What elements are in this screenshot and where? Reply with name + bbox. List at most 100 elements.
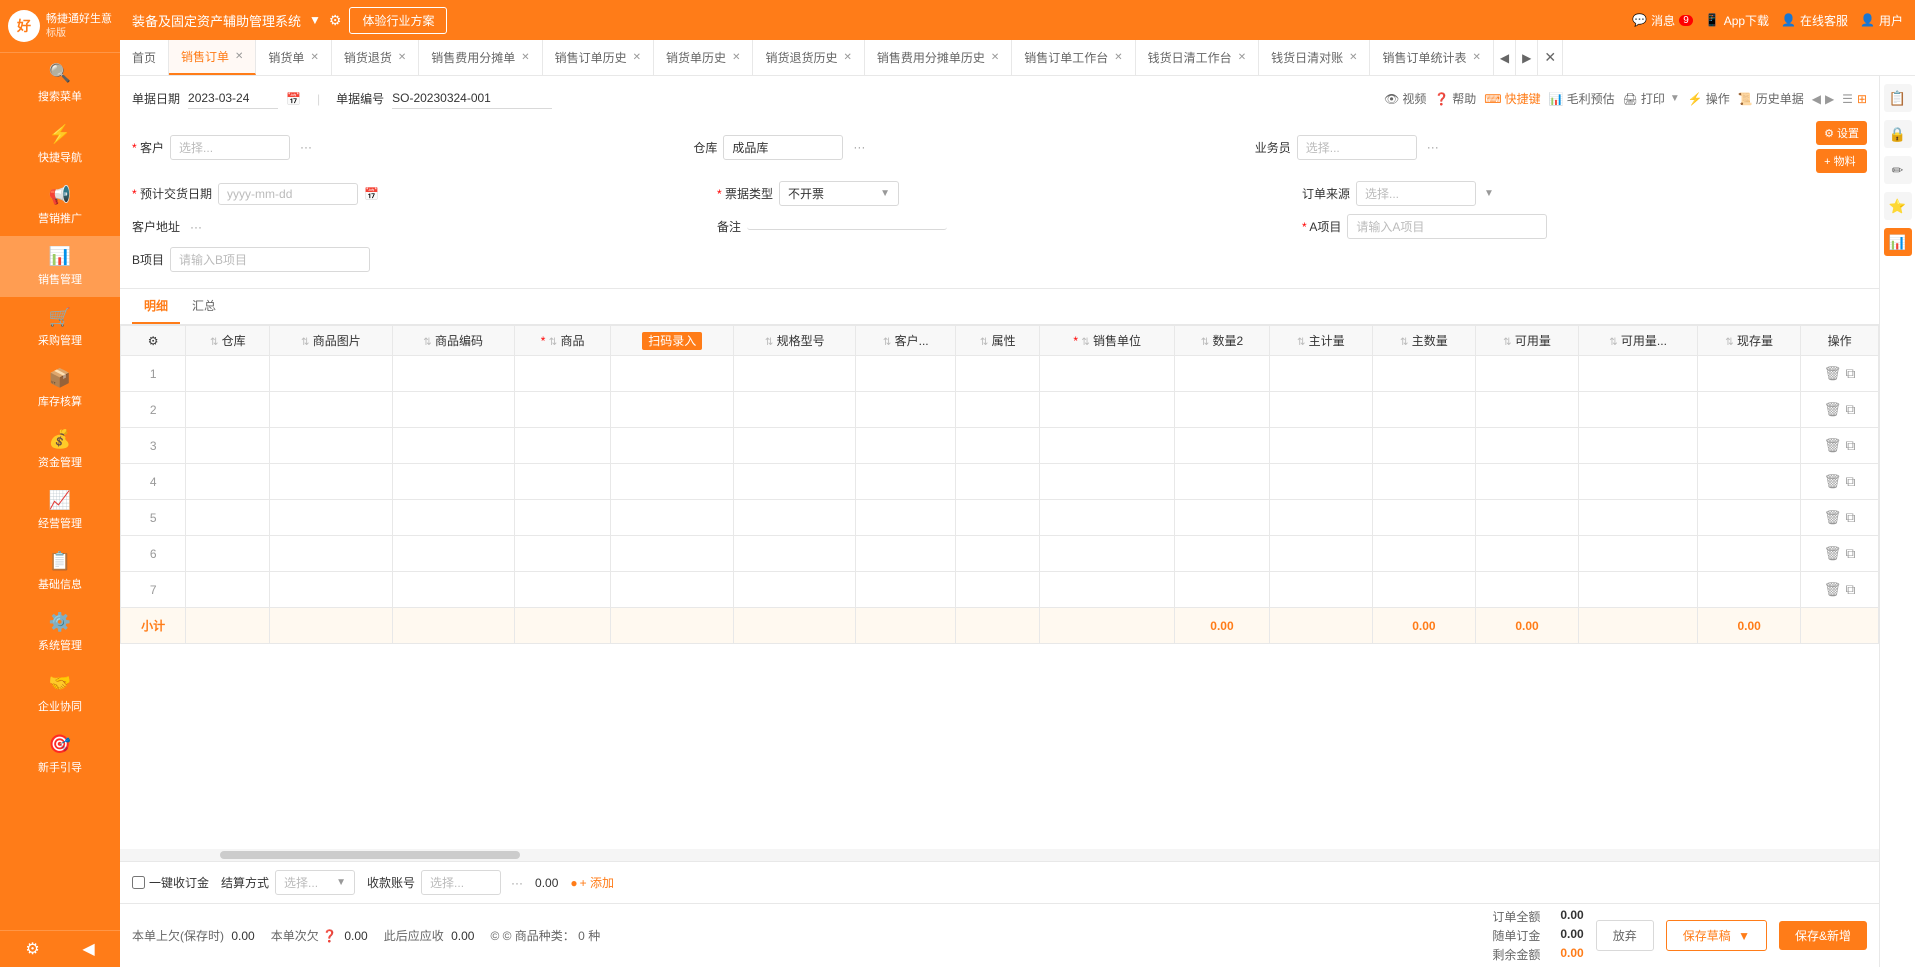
cell-attr[interactable]	[956, 500, 1040, 536]
sort-icon[interactable]: ⇅	[980, 337, 988, 348]
cell-code[interactable]	[392, 464, 514, 500]
nav-next-icon[interactable]: ▶	[1825, 92, 1834, 106]
cell-warehouse[interactable]	[186, 500, 270, 536]
copy-icon[interactable]: ⧉	[1845, 401, 1855, 418]
cell-scan[interactable]	[611, 536, 734, 572]
nav-tab-5[interactable]: 销售订单历史✕	[543, 40, 654, 75]
sidebar-item-新手引导[interactable]: 🎯新手引导	[0, 724, 120, 785]
cell-attr[interactable]	[956, 572, 1040, 608]
cell-main_unit[interactable]	[1269, 572, 1372, 608]
cell-customer_code[interactable]	[856, 356, 956, 392]
sidebar-item-经营管理[interactable]: 📈经营管理	[0, 480, 120, 541]
app-download-item[interactable]: 📱 App下载	[1705, 12, 1769, 29]
save-draft-dropdown-icon[interactable]: ▼	[1738, 929, 1750, 943]
warehouse-input[interactable]: 成品库	[723, 135, 843, 160]
cell-main_qty[interactable]	[1372, 356, 1475, 392]
sidebar-settings-icon[interactable]: ⚙	[25, 939, 39, 959]
cell-settings[interactable]: 2	[121, 392, 186, 428]
sort-icon[interactable]: ⇅	[423, 337, 431, 348]
cell-attr[interactable]	[956, 536, 1040, 572]
cell-main_qty[interactable]	[1372, 500, 1475, 536]
cell-available2[interactable]	[1579, 428, 1698, 464]
cell-action[interactable]: 🗑⧉	[1801, 500, 1879, 536]
cell-attr[interactable]	[956, 356, 1040, 392]
cell-customer_code[interactable]	[856, 572, 956, 608]
cell-qty2[interactable]	[1175, 572, 1270, 608]
sidebar-item-基础信息[interactable]: 📋基础信息	[0, 541, 120, 602]
table-tab-1[interactable]: 汇总	[180, 289, 228, 324]
tab-close-icon[interactable]: ✕	[1473, 52, 1481, 63]
cell-available2[interactable]	[1579, 536, 1698, 572]
nav-tab-3[interactable]: 销货退货✕	[332, 40, 419, 75]
cell-qty2[interactable]	[1175, 428, 1270, 464]
cell-main_qty[interactable]	[1372, 536, 1475, 572]
cell-image[interactable]	[270, 464, 392, 500]
quick-payment-checkbox[interactable]: 一键收订金	[132, 874, 209, 891]
cell-available[interactable]	[1475, 572, 1578, 608]
nav-tab-12[interactable]: 销售订单统计表✕	[1370, 40, 1493, 75]
cell-available[interactable]	[1475, 428, 1578, 464]
operation-btn[interactable]: ⚡ 操作	[1688, 90, 1730, 107]
delete-icon[interactable]: 🗑	[1824, 509, 1842, 526]
cell-current[interactable]	[1698, 500, 1801, 536]
copy-icon[interactable]: ⧉	[1845, 545, 1855, 562]
staff-more-icon[interactable]: ···	[1427, 140, 1439, 154]
cell-spec[interactable]	[734, 356, 856, 392]
tab-close-icon[interactable]: ✕	[991, 52, 999, 63]
cell-settings[interactable]: 5	[121, 500, 186, 536]
sort-icon[interactable]: ⇅	[1503, 337, 1511, 348]
cell-main_qty[interactable]	[1372, 572, 1475, 608]
cell-current[interactable]	[1698, 464, 1801, 500]
cell-unit[interactable]	[1040, 428, 1175, 464]
cell-product[interactable]	[514, 428, 611, 464]
cell-available[interactable]	[1475, 536, 1578, 572]
sidebar-item-采购管理[interactable]: 🛒采购管理	[0, 297, 120, 358]
cell-code[interactable]	[392, 392, 514, 428]
save-new-button[interactable]: 保存&新增	[1779, 921, 1867, 950]
calendar-icon[interactable]: 📅	[286, 92, 301, 106]
warehouse-more-icon[interactable]: ···	[853, 140, 865, 154]
right-btn-2[interactable]: 🔒	[1884, 120, 1912, 148]
invoice-select[interactable]: 不开票 ▼	[779, 181, 899, 206]
tab-close-icon[interactable]: ✕	[1114, 52, 1122, 63]
copy-icon[interactable]: ⧉	[1845, 509, 1855, 526]
solution-button[interactable]: 体验行业方案	[349, 7, 447, 34]
cell-unit[interactable]	[1040, 356, 1175, 392]
header-gear-icon[interactable]: ⚙	[329, 12, 342, 29]
nav-tab-8[interactable]: 销售费用分摊单历史✕	[865, 40, 1012, 75]
cell-available2[interactable]	[1579, 464, 1698, 500]
quick-payment-check[interactable]	[132, 876, 145, 889]
nav-tab-9[interactable]: 销售订单工作台✕	[1012, 40, 1135, 75]
user-item[interactable]: 👤 用户	[1860, 12, 1903, 29]
cell-spec[interactable]	[734, 392, 856, 428]
online-service-item[interactable]: 👤 在线客服	[1781, 12, 1848, 29]
tab-close-icon[interactable]: ✕	[398, 52, 406, 63]
list-view-icon[interactable]: ☰	[1842, 92, 1853, 106]
cell-qty2[interactable]	[1175, 392, 1270, 428]
cell-image[interactable]	[270, 356, 392, 392]
help-btn[interactable]: ❓ 帮助	[1434, 90, 1476, 107]
cell-code[interactable]	[392, 572, 514, 608]
cell-attr[interactable]	[956, 392, 1040, 428]
cell-settings[interactable]: 7	[121, 572, 186, 608]
cell-available[interactable]	[1475, 392, 1578, 428]
cell-available[interactable]	[1475, 464, 1578, 500]
sidebar-item-库存核算[interactable]: 📦库存核算	[0, 358, 120, 419]
tab-close-icon[interactable]: ✕	[235, 51, 243, 62]
sidebar-collapse-icon[interactable]: ◀	[82, 939, 94, 959]
tab-close-icon[interactable]: ✕	[1238, 52, 1246, 63]
cell-attr[interactable]	[956, 464, 1040, 500]
discard-button[interactable]: 放弃	[1596, 920, 1654, 951]
sidebar-item-系统管理[interactable]: ⚙️系统管理	[0, 602, 120, 663]
tab-close-icon[interactable]: ✕	[843, 52, 851, 63]
b-project-input[interactable]: 请输入B项目	[170, 247, 370, 272]
cell-scan[interactable]	[611, 356, 734, 392]
history-btn[interactable]: 📜 历史单据	[1738, 90, 1804, 107]
sort-icon[interactable]: ⇅	[549, 337, 557, 348]
delete-icon[interactable]: 🗑	[1824, 365, 1842, 382]
right-btn-5[interactable]: 📊	[1884, 228, 1912, 256]
cell-product[interactable]	[514, 356, 611, 392]
delete-icon[interactable]: 🗑	[1824, 437, 1842, 454]
cell-scan[interactable]	[611, 464, 734, 500]
cell-warehouse[interactable]	[186, 428, 270, 464]
